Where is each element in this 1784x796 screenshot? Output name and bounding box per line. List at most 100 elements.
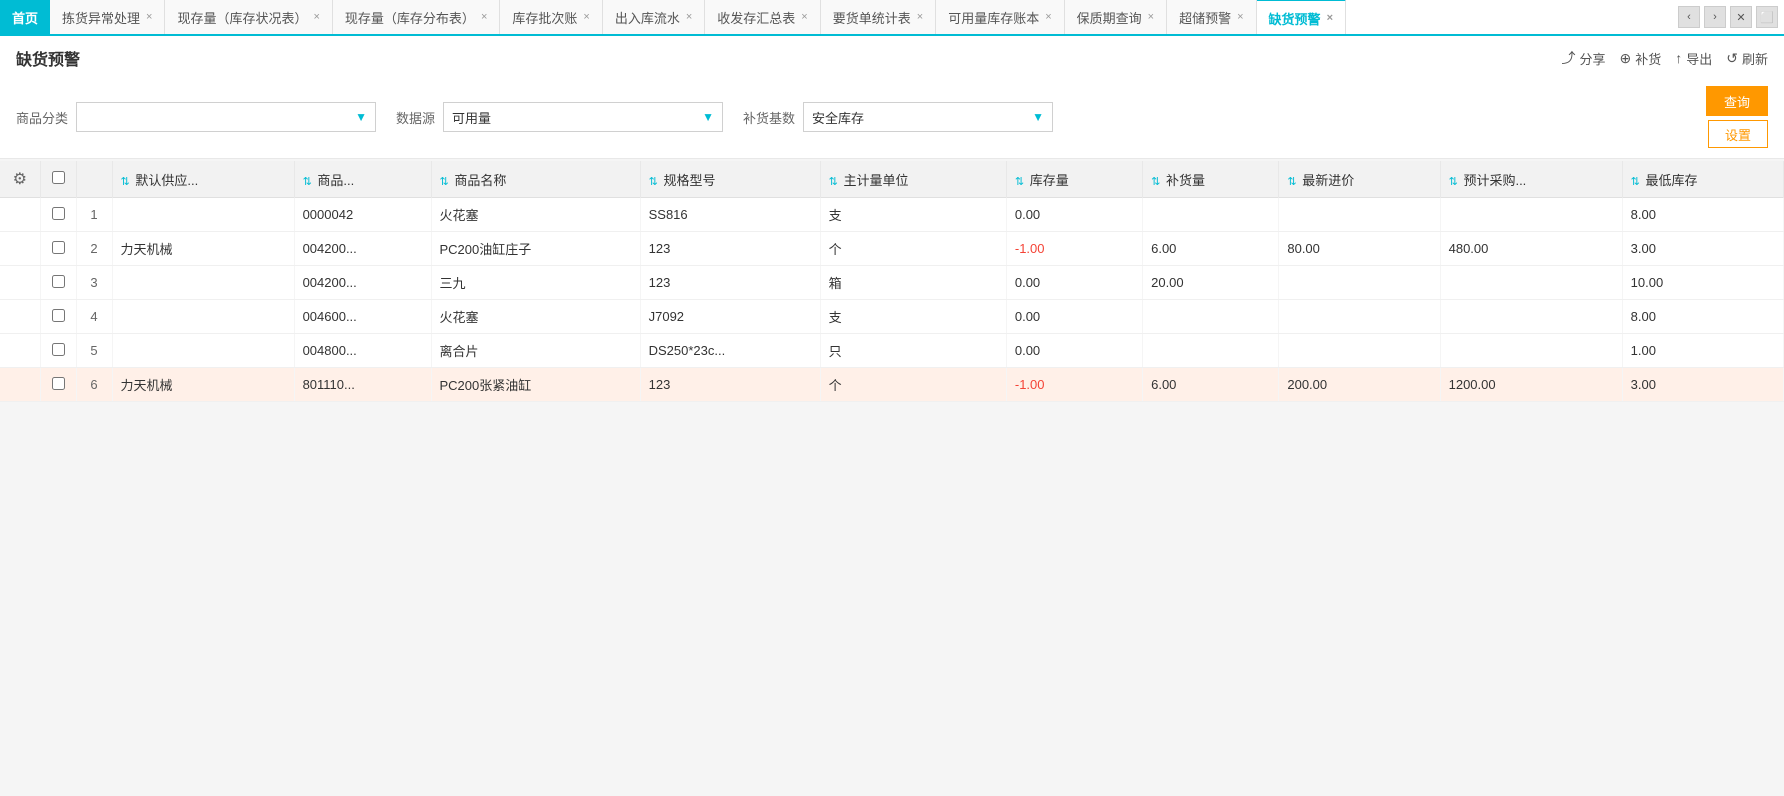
tab-overstock[interactable]: 超储预警×: [1167, 0, 1256, 35]
table-row: 1 0000042 火花塞 SS816 支 0.00 8.00: [0, 198, 1784, 232]
export-button[interactable]: ↑ 导出: [1675, 49, 1712, 68]
row-checkbox-2[interactable]: [40, 266, 76, 300]
row-unit-5: 个: [820, 368, 1006, 402]
row-goods-name-2: 三九: [431, 266, 640, 300]
tab-close-shortage[interactable]: ×: [1327, 12, 1333, 24]
table-row: 4 004600... 火花塞 J7092 支 0.00 8.00: [0, 300, 1784, 334]
row-checkbox-0[interactable]: [40, 198, 76, 232]
row-est-purchase-2: [1440, 266, 1622, 300]
tab-close-batch[interactable]: ×: [583, 11, 589, 23]
settings-button[interactable]: 设置: [1708, 120, 1768, 148]
tab-maximize[interactable]: ⬜: [1756, 6, 1778, 28]
row-stock-4: 0.00: [1006, 334, 1142, 368]
row-goods-code-0: 0000042: [294, 198, 431, 232]
query-button[interactable]: 查询: [1706, 86, 1768, 116]
row-est-purchase-0: [1440, 198, 1622, 232]
tab-close-overstock[interactable]: ×: [1237, 11, 1243, 23]
tab-stock-dist[interactable]: 现存量（库存分布表） ×: [333, 0, 500, 35]
row-min-stock-1: 3.00: [1622, 232, 1783, 266]
row-goods-name-0: 火花塞: [431, 198, 640, 232]
col-header-min-stock: ⇅ 最低库存: [1622, 161, 1783, 198]
tab-close-demand[interactable]: ×: [917, 11, 923, 23]
tab-demand[interactable]: 要货单统计表×: [821, 0, 936, 35]
tab-stock-status[interactable]: 现存量（库存状况表）×: [165, 0, 332, 35]
tab-abnormal[interactable]: 拣货异常处理×: [50, 0, 165, 35]
tab-close-inout[interactable]: ×: [686, 11, 692, 23]
row-min-stock-2: 10.00: [1622, 266, 1783, 300]
tab-label-expiry: 保质期查询: [1077, 8, 1142, 27]
unit-sort-icon: ⇅: [829, 176, 838, 188]
row-spec-5: 123: [640, 368, 820, 402]
row-min-stock-3: 8.00: [1622, 300, 1783, 334]
datasource-value: 可用量: [452, 108, 491, 127]
tab-nav-buttons: ‹ › ✕ ⬜: [1672, 6, 1784, 28]
refresh-button[interactable]: ↺ 刷新: [1726, 49, 1768, 68]
tab-expiry[interactable]: 保质期查询 ×: [1065, 0, 1167, 35]
tab-scroll-left[interactable]: ‹: [1678, 6, 1700, 28]
tab-close-recv-summary[interactable]: ×: [801, 11, 807, 23]
row-supplier-0: [112, 198, 294, 232]
row-checkbox-input-5[interactable]: [52, 377, 65, 390]
row-checkbox-1[interactable]: [40, 232, 76, 266]
tab-close-stock-dist[interactable]: ×: [481, 11, 487, 23]
row-checkbox-input-4[interactable]: [52, 343, 65, 356]
settings-gear-icon[interactable]: ⚙: [13, 171, 27, 188]
tab-inout[interactable]: 出入库流水×: [603, 0, 705, 35]
row-latest-price-3: [1279, 300, 1440, 334]
row-stock-5: -1.00: [1006, 368, 1142, 402]
replenish-base-label: 补货基数: [743, 108, 795, 127]
supplier-sort-icon: ⇅: [121, 176, 130, 188]
category-select[interactable]: ▼: [76, 102, 376, 132]
share-button[interactable]: ⤴ 分享: [1561, 48, 1605, 68]
col-header-replenish: ⇅ 补货量: [1143, 161, 1279, 198]
row-est-purchase-5: 1200.00: [1440, 368, 1622, 402]
row-goods-code-2: 004200...: [294, 266, 431, 300]
table-row: 2 力天机械 004200... PC200油缸庄子 123 个 -1.00 6…: [0, 232, 1784, 266]
row-checkbox-input-3[interactable]: [52, 309, 65, 322]
row-checkbox-3[interactable]: [40, 300, 76, 334]
row-unit-1: 个: [820, 232, 1006, 266]
col-header-goods-name: ⇅ 商品名称: [431, 161, 640, 198]
select-all-checkbox[interactable]: [52, 171, 65, 184]
spec-sort-icon: ⇅: [649, 176, 658, 188]
tab-close-all[interactable]: ✕: [1730, 6, 1752, 28]
row-stock-0: 0.00: [1006, 198, 1142, 232]
datasource-label: 数据源: [396, 108, 435, 127]
min-stock-sort-icon: ⇅: [1631, 176, 1640, 188]
main-content: ⚙ ⇅ 默认供应... ⇅ 商品... ⇅: [0, 161, 1784, 402]
data-table: ⚙ ⇅ 默认供应... ⇅ 商品... ⇅: [0, 161, 1784, 402]
tab-close-expiry[interactable]: ×: [1148, 11, 1154, 23]
est-purchase-sort-icon: ⇅: [1449, 176, 1458, 188]
replenish-button[interactable]: ⊕ 补货: [1619, 49, 1661, 68]
row-checkbox-4[interactable]: [40, 334, 76, 368]
row-est-purchase-3: [1440, 300, 1622, 334]
tab-close-available[interactable]: ×: [1045, 11, 1051, 23]
table-row: 6 力天机械 801110... PC200张紧油缸 123 个 -1.00 6…: [0, 368, 1784, 402]
col-header-unit: ⇅ 主计量单位: [820, 161, 1006, 198]
tab-shortage[interactable]: 缺货预警×: [1257, 0, 1346, 35]
row-checkbox-input-1[interactable]: [52, 241, 65, 254]
row-goods-name-5: PC200张紧油缸: [431, 368, 640, 402]
tab-available[interactable]: 可用量库存账本×: [936, 0, 1064, 35]
row-min-stock-4: 1.00: [1622, 334, 1783, 368]
tab-close-abnormal[interactable]: ×: [146, 11, 152, 23]
row-checkbox-input-0[interactable]: [52, 207, 65, 220]
row-checkbox-5[interactable]: [40, 368, 76, 402]
row-replenish-4: [1143, 334, 1279, 368]
goods-name-sort-icon: ⇅: [440, 176, 449, 188]
row-supplier-5: 力天机械: [112, 368, 294, 402]
tab-label-stock-dist: 现存量（库存分布表）: [345, 8, 475, 27]
row-num-2: 3: [76, 266, 112, 300]
datasource-select[interactable]: 可用量 ▼: [443, 102, 723, 132]
category-label: 商品分类: [16, 108, 68, 127]
row-num-3: 4: [76, 300, 112, 334]
replenish-base-select[interactable]: 安全库存 ▼: [803, 102, 1053, 132]
tab-close-stock-status[interactable]: ×: [313, 11, 319, 23]
tab-batch[interactable]: 库存批次账×: [500, 0, 602, 35]
tab-recv-summary[interactable]: 收发存汇总表×: [705, 0, 820, 35]
tab-scroll-right[interactable]: ›: [1704, 6, 1726, 28]
row-replenish-0: [1143, 198, 1279, 232]
row-checkbox-input-2[interactable]: [52, 275, 65, 288]
row-latest-price-4: [1279, 334, 1440, 368]
tab-home[interactable]: 首页: [0, 0, 50, 35]
